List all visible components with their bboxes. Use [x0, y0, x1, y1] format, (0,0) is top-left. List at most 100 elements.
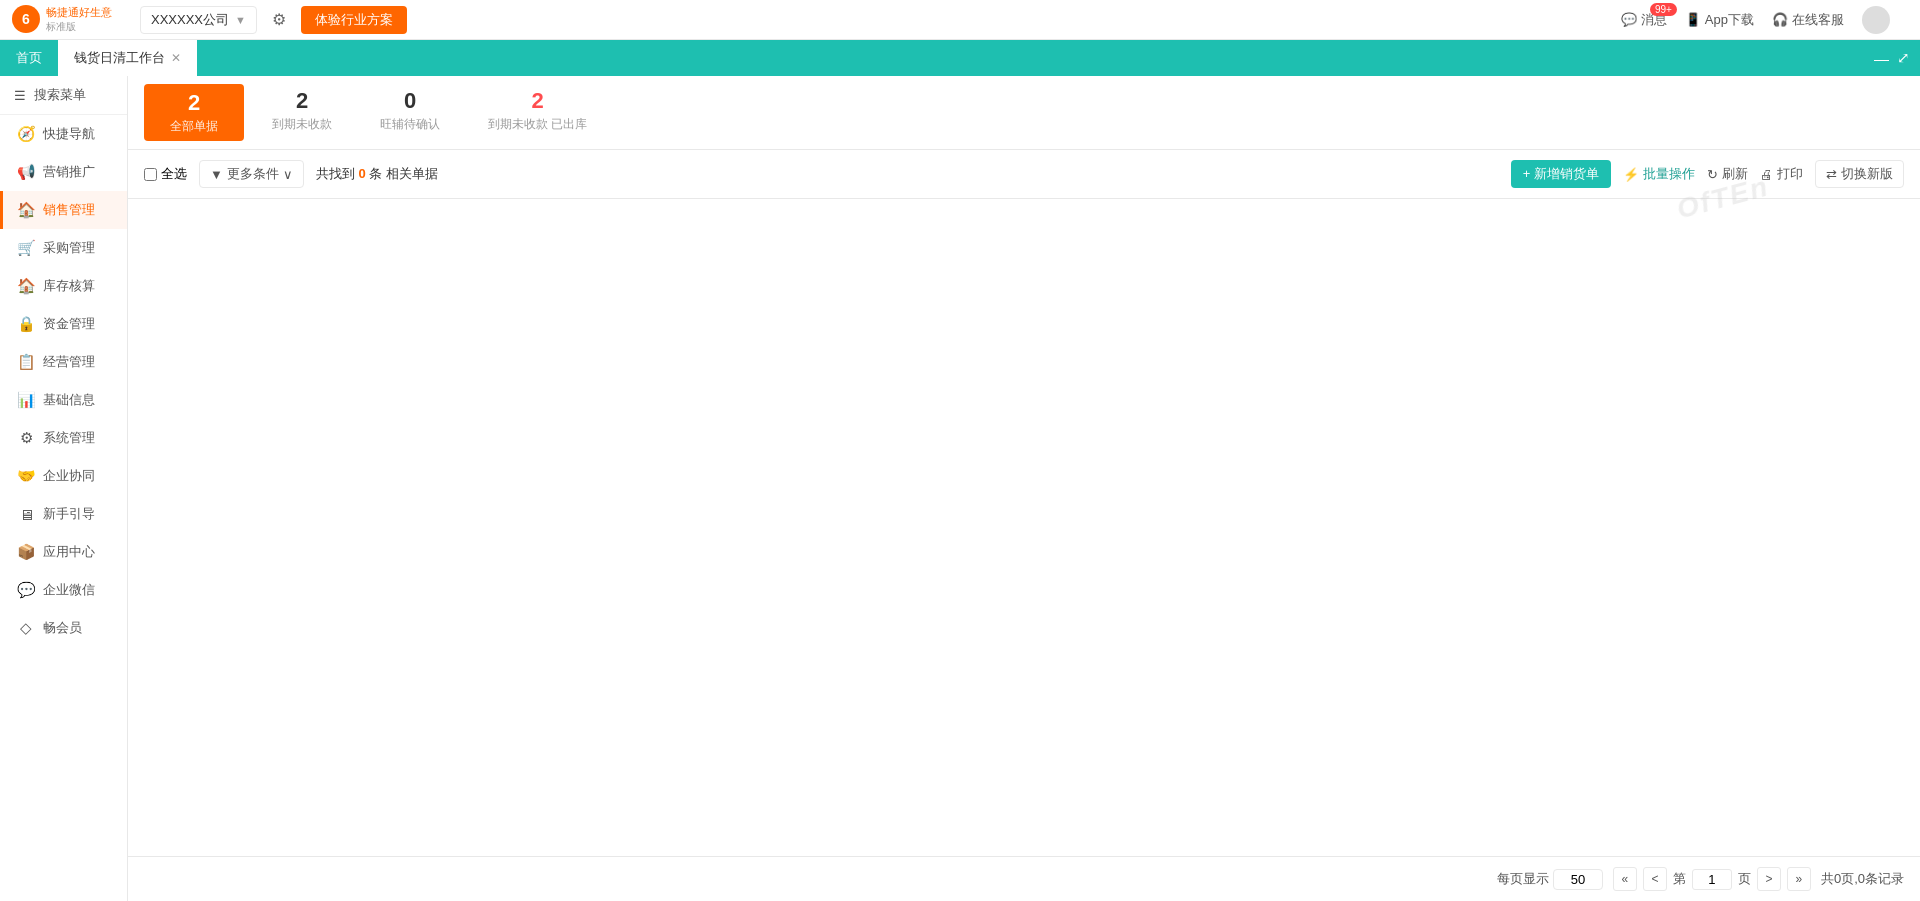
- per-page-label: 每页显示: [1497, 870, 1549, 888]
- stat-shipped-number: 2: [532, 88, 544, 114]
- stat-all-label: 全部单据: [170, 118, 218, 135]
- toolbar-right: + 新增销货单 ⚡ 批量操作 ↻ 刷新 🖨 打印 ⇄ 切换新版: [1511, 160, 1904, 188]
- enterprise-icon: 🤝: [17, 467, 35, 485]
- first-page-button[interactable]: «: [1613, 867, 1637, 891]
- more-filters-button[interactable]: ▼ 更多条件 ∨: [199, 160, 304, 188]
- page-unit: 页: [1738, 870, 1751, 888]
- logo-badge: 标准版: [46, 20, 112, 34]
- toolbar: 全选 ▼ 更多条件 ∨ 共找到 0 条 相关单据 + 新增销货单 ⚡: [128, 150, 1920, 199]
- sidebar-item-purchase[interactable]: 🛒 采购管理: [0, 229, 127, 267]
- sidebar-item-nav[interactable]: 🧭 快捷导航: [0, 115, 127, 153]
- print-label: 打印: [1777, 165, 1803, 183]
- purchase-icon: 🛒: [17, 239, 35, 257]
- online-service-label: 在线客服: [1792, 11, 1844, 29]
- tab-nav-actions: — ⤢: [1874, 49, 1920, 67]
- sidebar-label-newbie: 新手引导: [43, 505, 95, 523]
- sidebar-item-inventory[interactable]: 🏠 库存核算: [0, 267, 127, 305]
- found-prefix: 共找到: [316, 166, 355, 181]
- sidebar-item-apps[interactable]: 📦 应用中心: [0, 533, 127, 571]
- tab-minimize-button[interactable]: —: [1874, 50, 1889, 67]
- sidebar-label-system: 系统管理: [43, 429, 95, 447]
- avatar[interactable]: [1862, 6, 1890, 34]
- prev-page-button[interactable]: <: [1643, 867, 1667, 891]
- sidebar-item-system[interactable]: ⚙ 系统管理: [0, 419, 127, 457]
- tab-maximize-button[interactable]: ⤢: [1897, 49, 1910, 67]
- marketing-icon: 📢: [17, 163, 35, 181]
- tab-nav: 首页 钱货日清工作台 ✕ — ⤢: [0, 40, 1920, 76]
- next-page-button[interactable]: >: [1757, 867, 1781, 891]
- new-order-button[interactable]: + 新增销货单: [1511, 160, 1611, 188]
- tab-close-icon[interactable]: ✕: [171, 51, 181, 65]
- content-area: 2 全部单据 2 到期未收款 0 旺辅待确认 2 到期未收款 已出库 全选: [128, 76, 1920, 901]
- sidebar-item-operations[interactable]: 📋 经营管理: [0, 343, 127, 381]
- search-menu-item[interactable]: ☰ 搜索菜单: [0, 76, 127, 115]
- tab-workbench[interactable]: 钱货日清工作台 ✕: [58, 40, 197, 76]
- top-header: 6 畅捷通好生意 标准版 XXXXXX公司 ▼ ⚙ 体验行业方案 💬 消息 99…: [0, 0, 1920, 40]
- search-menu-label: 搜索菜单: [34, 86, 86, 104]
- sidebar-label-purchase: 采购管理: [43, 239, 95, 257]
- sidebar-label-nav: 快捷导航: [43, 125, 95, 143]
- select-all-checkbox[interactable]: 全选: [144, 165, 187, 183]
- search-icon: ☰: [14, 88, 26, 103]
- stat-tab-pending[interactable]: 0 旺辅待确认: [356, 76, 464, 149]
- sidebar-item-finance[interactable]: 🔒 资金管理: [0, 305, 127, 343]
- refresh-label: 刷新: [1722, 165, 1748, 183]
- batch-ops-button[interactable]: ⚡ 批量操作: [1623, 165, 1695, 183]
- sidebar: ☰ 搜索菜单 🧭 快捷导航 📢 营销推广 🏠 销售管理 🛒 采购管理 🏠 库存核…: [0, 76, 128, 901]
- sidebar-item-wechat[interactable]: 💬 企业微信: [0, 571, 127, 609]
- member-icon: ◇: [17, 619, 35, 637]
- logo-text-area: 畅捷通好生意 标准版: [46, 5, 112, 33]
- sidebar-label-operations: 经营管理: [43, 353, 95, 371]
- current-page-input[interactable]: [1692, 869, 1732, 890]
- message-item[interactable]: 💬 消息 99+: [1621, 11, 1667, 29]
- sidebar-label-enterprise: 企业协同: [43, 467, 95, 485]
- table-area: [128, 199, 1920, 856]
- stat-tab-shipped[interactable]: 2 到期未收款 已出库: [464, 76, 611, 149]
- operations-icon: 📋: [17, 353, 35, 371]
- sidebar-item-sales[interactable]: 🏠 销售管理: [0, 191, 127, 229]
- found-suffix: 相关单据: [386, 166, 438, 181]
- total-info: 共0页,0条记录: [1821, 870, 1904, 888]
- header-right: 💬 消息 99+ 📱 App下载 🎧 在线客服: [1621, 6, 1908, 34]
- last-page-button[interactable]: »: [1787, 867, 1811, 891]
- switch-label: 切换新版: [1841, 165, 1893, 183]
- stat-pending-number: 0: [404, 88, 416, 114]
- logo-icon: 6: [12, 5, 40, 33]
- filter-icon: ▼: [210, 167, 223, 182]
- toolbar-left: 全选 ▼ 更多条件 ∨ 共找到 0 条 相关单据: [144, 160, 1499, 188]
- sidebar-label-finance: 资金管理: [43, 315, 95, 333]
- sidebar-label-marketing: 营销推广: [43, 163, 95, 181]
- download-icon: 📱: [1685, 12, 1701, 27]
- found-unit: 条: [369, 166, 382, 181]
- page-nav: « < 第 页 > »: [1613, 867, 1811, 891]
- stat-pending-label: 旺辅待确认: [380, 116, 440, 133]
- page-label-first: 第: [1673, 870, 1686, 888]
- switch-version-button[interactable]: ⇄ 切换新版: [1815, 160, 1904, 188]
- per-page-input[interactable]: [1553, 869, 1603, 890]
- tab-workbench-label: 钱货日清工作台: [74, 49, 165, 67]
- newbie-icon: 🖥: [17, 505, 35, 523]
- refresh-button[interactable]: ↻ 刷新: [1707, 165, 1748, 183]
- print-button[interactable]: 🖨 打印: [1760, 165, 1803, 183]
- sidebar-label-basic-info: 基础信息: [43, 391, 95, 409]
- select-all-label: 全选: [161, 165, 187, 183]
- sidebar-item-basic-info[interactable]: 📊 基础信息: [0, 381, 127, 419]
- sidebar-item-member[interactable]: ◇ 畅会员: [0, 609, 127, 647]
- sidebar-item-marketing[interactable]: 📢 营销推广: [0, 153, 127, 191]
- stat-tab-overdue[interactable]: 2 到期未收款: [248, 76, 356, 149]
- online-service-item[interactable]: 🎧 在线客服: [1772, 11, 1844, 29]
- stat-overdue-label: 到期未收款: [272, 116, 332, 133]
- settings-icon[interactable]: ⚙: [265, 6, 293, 34]
- sidebar-item-newbie[interactable]: 🖥 新手引导: [0, 495, 127, 533]
- trial-button[interactable]: 体验行业方案: [301, 6, 407, 34]
- pagination: 每页显示 « < 第 页 > » 共0页,0条记录: [128, 856, 1920, 901]
- tab-home[interactable]: 首页: [0, 40, 58, 76]
- inventory-icon: 🏠: [17, 277, 35, 295]
- company-selector[interactable]: XXXXXX公司 ▼: [140, 6, 257, 34]
- stat-tab-all[interactable]: 2 全部单据: [144, 84, 244, 141]
- app-download-item[interactable]: 📱 App下载: [1685, 11, 1754, 29]
- wechat-icon: 💬: [17, 581, 35, 599]
- select-all-input[interactable]: [144, 168, 157, 181]
- chevron-down-icon: ∨: [283, 167, 293, 182]
- sidebar-item-enterprise[interactable]: 🤝 企业协同: [0, 457, 127, 495]
